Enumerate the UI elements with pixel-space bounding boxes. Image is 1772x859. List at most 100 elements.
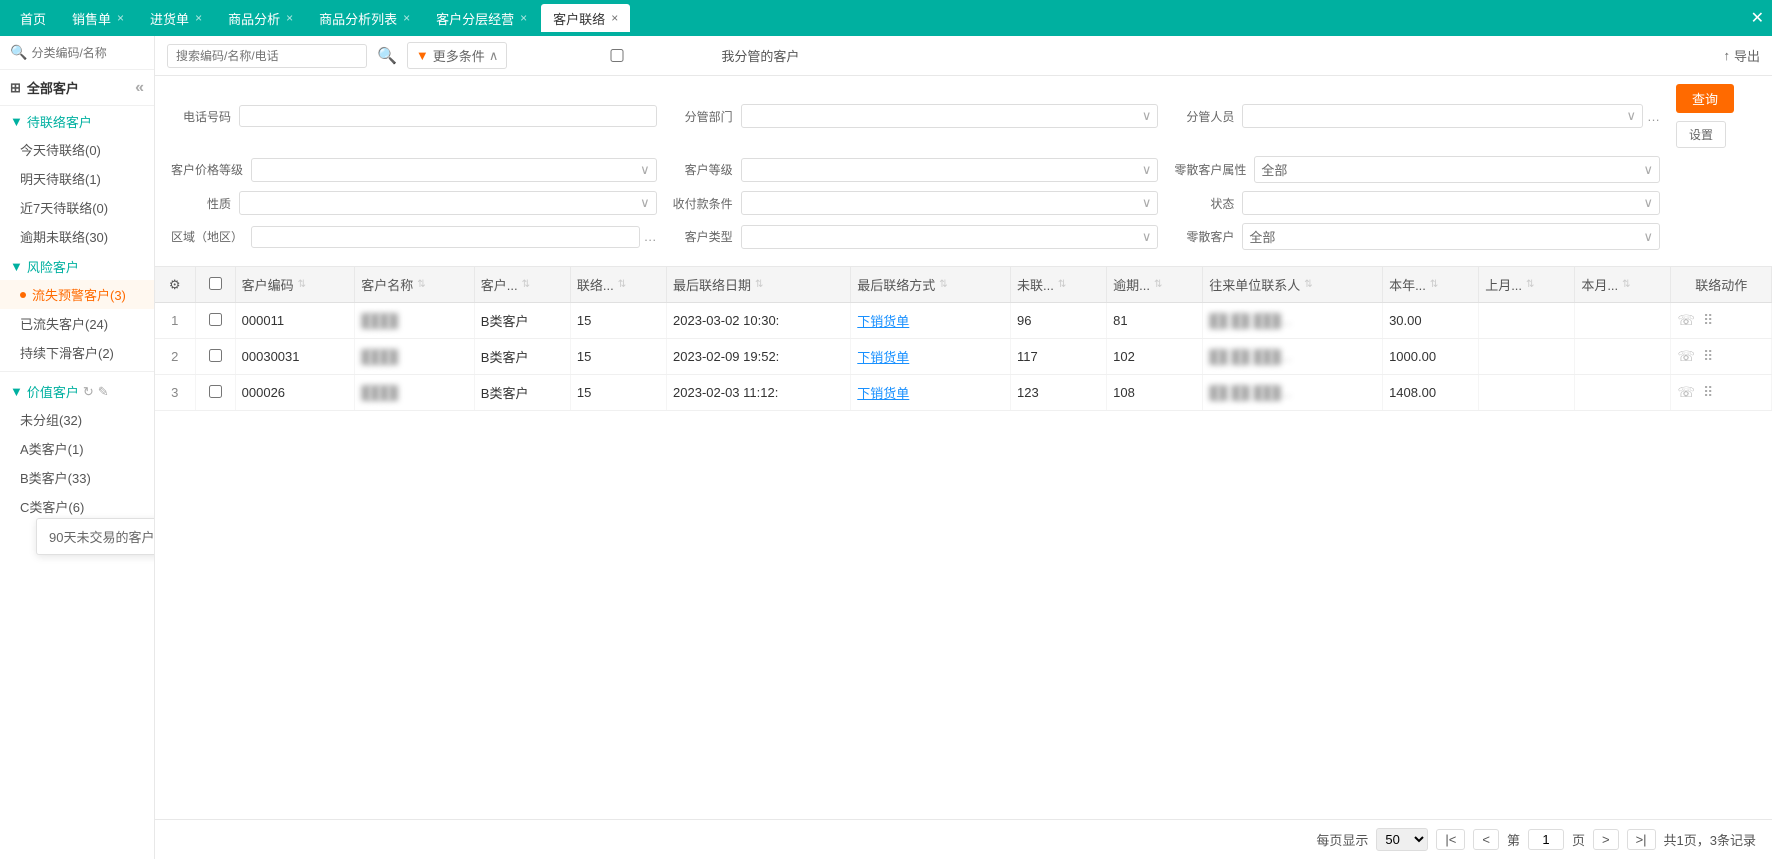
sidebar-group-pending[interactable]: ▼ 待联络客户 (0, 106, 154, 135)
sidebar-group-value[interactable]: ▼ 价值客户 ↻ ✎ (0, 376, 154, 405)
code-sort-icon[interactable]: ⇅ (298, 279, 306, 290)
table-row: 200030031████B类客户152023-02-09 19:52:下销货单… (155, 339, 1772, 375)
field-region-input[interactable] (251, 226, 640, 248)
field-price-level-select[interactable]: ∨ (251, 158, 657, 182)
sidebar-item-tomorrow-pending[interactable]: 明天待联络(1) (0, 164, 154, 193)
row-last-contact-method-link[interactable]: 下销货单 (857, 386, 909, 401)
th-contact-person: 往来单位联系人 ⇅ (1203, 267, 1383, 303)
search-input[interactable] (167, 44, 367, 68)
more-conditions-button[interactable]: ▼ 更多条件 ∧ (407, 42, 507, 69)
tab-product-analysis[interactable]: 商品分析 × (216, 4, 305, 32)
action-contact-icon[interactable]: ☏ (1677, 384, 1695, 401)
th-actions: 联络动作 (1671, 267, 1772, 303)
search-button[interactable]: 🔍 (377, 46, 397, 66)
action-more-icon[interactable]: ⠿ (1703, 348, 1713, 365)
sidebar-item-7day-pending[interactable]: 近7天待联络(0) (0, 193, 154, 222)
ty-sort-icon[interactable]: ⇅ (1430, 279, 1438, 290)
field-customer-type-select[interactable]: ∨ (741, 225, 1159, 249)
th-settings[interactable]: ⚙ (155, 267, 195, 303)
sidebar-all-customers[interactable]: ⊞ 全部客户 « (0, 70, 154, 106)
tab-home[interactable]: 首页 (8, 4, 58, 32)
sidebar-group-risk[interactable]: ▼ 风险客户 (0, 251, 154, 280)
collapse-icon[interactable]: « (135, 79, 144, 97)
action-more-icon[interactable]: ⠿ (1703, 384, 1713, 401)
th-contact-count: 联络... ⇅ (570, 267, 666, 303)
row-checkbox-cell (195, 303, 235, 339)
row-checkbox[interactable] (209, 349, 222, 362)
action-more-icon[interactable]: ⠿ (1703, 312, 1713, 329)
action-contact-icon[interactable]: ☏ (1677, 312, 1695, 329)
tab-sales-close[interactable]: × (117, 11, 124, 25)
field-retail-attr-select[interactable]: 全部 ∨ (1254, 156, 1660, 183)
action-contact-icon[interactable]: ☏ (1677, 348, 1695, 365)
name-sort-icon[interactable]: ⇅ (417, 279, 425, 290)
lcd-sort-icon[interactable]: ⇅ (755, 279, 763, 290)
row-last-contact-method[interactable]: 下销货单 (851, 375, 1011, 411)
field-nature-select[interactable]: ∨ (239, 191, 657, 215)
th-checkbox[interactable] (195, 267, 235, 303)
sidebar-item-classC[interactable]: C类客户(6) (0, 492, 154, 521)
tab-product-analysis-list[interactable]: 商品分析列表 × (307, 4, 422, 32)
cc-sort-icon[interactable]: ⇅ (618, 279, 626, 290)
lcm-sort-icon[interactable]: ⇅ (939, 279, 947, 290)
field-manager-select[interactable]: ∨ (1242, 104, 1643, 128)
row-checkbox[interactable] (209, 385, 222, 398)
sidebar-item-ungrouped[interactable]: 未分组(32) (0, 405, 154, 434)
value-edit-icon[interactable]: ✎ (98, 384, 109, 400)
table-header-row: ⚙ 客户编码 ⇅ 客户名称 (155, 267, 1772, 303)
sidebar-item-churn-warning[interactable]: 流失预警客户(3) (0, 280, 154, 309)
row-this-month (1575, 375, 1671, 411)
manager-more[interactable]: … (1647, 109, 1660, 124)
tab-product-analysis-close[interactable]: × (286, 11, 293, 25)
field-dept-select[interactable]: ∨ (741, 104, 1159, 128)
od-sort-icon[interactable]: ⇅ (1154, 279, 1162, 290)
sidebar-item-today-pending[interactable]: 今天待联络(0) (0, 135, 154, 164)
ctype-sort-icon[interactable]: ⇅ (522, 279, 530, 290)
my-customers-checkbox-label[interactable]: 我分管的客户 (517, 46, 799, 65)
select-all-checkbox[interactable] (209, 277, 222, 290)
value-refresh-icon[interactable]: ↻ (83, 384, 94, 400)
settings-button[interactable]: 设置 (1676, 121, 1726, 148)
query-button[interactable]: 查询 (1676, 84, 1734, 113)
row-last-month (1479, 375, 1575, 411)
field-payment-terms-select[interactable]: ∨ (741, 191, 1159, 215)
sidebar-item-classB[interactable]: B类客户(33) (0, 463, 154, 492)
page-number-input[interactable] (1528, 829, 1564, 850)
tab-product-list-close[interactable]: × (403, 11, 410, 25)
tab-sales[interactable]: 销售单 × (60, 4, 136, 32)
field-retail-customer-select[interactable]: 全部 ∨ (1242, 223, 1660, 250)
tab-customer-contact[interactable]: 客户联络 × (541, 4, 630, 32)
tab-customer-contact-close[interactable]: × (611, 11, 618, 25)
sidebar-item-declining[interactable]: 持续下滑客户(2) (0, 338, 154, 367)
tab-customer-layered[interactable]: 客户分层经营 × (424, 4, 539, 32)
export-button[interactable]: ↑ 导出 (1723, 46, 1760, 65)
last-page-button[interactable]: >| (1627, 829, 1656, 850)
row-checkbox-cell (195, 375, 235, 411)
tab-purchase[interactable]: 进货单 × (138, 4, 214, 32)
sidebar-item-classA[interactable]: A类客户(1) (0, 434, 154, 463)
row-checkbox[interactable] (209, 313, 222, 326)
window-close-button[interactable]: ✕ (1751, 8, 1764, 28)
region-more[interactable]: … (644, 229, 657, 244)
per-page-select[interactable]: 50 100 200 (1376, 828, 1428, 851)
cp-sort-icon[interactable]: ⇅ (1304, 279, 1312, 290)
my-customers-checkbox[interactable] (517, 49, 717, 62)
ul-sort-icon[interactable]: ⇅ (1058, 279, 1066, 290)
row-last-contact-method[interactable]: 下销货单 (851, 339, 1011, 375)
tab-customer-layered-close[interactable]: × (520, 11, 527, 25)
tab-purchase-close[interactable]: × (195, 11, 202, 25)
field-customer-level-select[interactable]: ∨ (741, 158, 1159, 182)
prev-page-button[interactable]: < (1473, 829, 1499, 850)
next-page-button[interactable]: > (1593, 829, 1619, 850)
sidebar-item-churned[interactable]: 已流失客户(24) (0, 309, 154, 338)
row-last-contact-method-link[interactable]: 下销货单 (857, 350, 909, 365)
sidebar-search-input[interactable] (31, 46, 144, 60)
tm-sort-icon[interactable]: ⇅ (1622, 279, 1630, 290)
sidebar-item-overdue-unlisted[interactable]: 逾期未联络(30) (0, 222, 154, 251)
field-phone-input[interactable] (239, 105, 657, 127)
row-last-contact-method[interactable]: 下销货单 (851, 303, 1011, 339)
lm-sort-icon[interactable]: ⇅ (1526, 279, 1534, 290)
row-last-contact-method-link[interactable]: 下销货单 (857, 314, 909, 329)
field-status-select[interactable]: ∨ (1242, 191, 1660, 215)
first-page-button[interactable]: |< (1436, 829, 1465, 850)
